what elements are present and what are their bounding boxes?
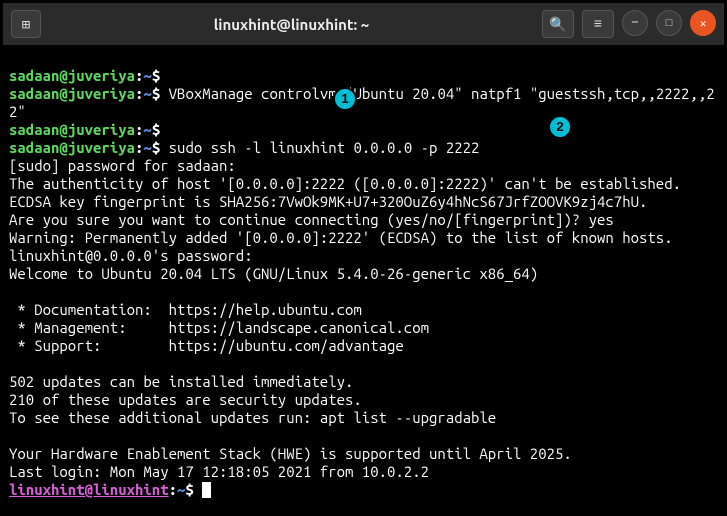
output-line: * Management: https://landscape.canonica…: [9, 319, 429, 336]
maximize-button[interactable]: □: [656, 10, 682, 36]
menu-icon: ≡: [594, 15, 602, 33]
prompt-dollar: $: [152, 67, 160, 84]
cursor: [202, 482, 211, 498]
output-line: Last login: Mon May 17 12:18:05 2021 fro…: [9, 463, 429, 480]
new-tab-icon: ⊞: [22, 16, 30, 33]
minimize-icon: ─: [632, 17, 638, 29]
search-icon: 🔍: [549, 16, 566, 33]
search-button[interactable]: 🔍: [542, 10, 574, 38]
output-line: Welcome to Ubuntu 20.04 LTS (GNU/Linux 5…: [9, 265, 538, 282]
maximize-icon: □: [666, 17, 673, 30]
terminal-window: ⊞ linuxhint@linuxhint: ~ 🔍 ≡ ─ □ ✕ sadaa…: [3, 3, 724, 513]
window-title: linuxhint@linuxhint: ~: [49, 16, 534, 33]
output-line: To see these additional updates run: apt…: [9, 409, 496, 426]
prompt-dollar: $: [152, 139, 160, 156]
minimize-button[interactable]: ─: [622, 10, 648, 36]
output-line: Warning: Permanently added '[0.0.0.0]:22…: [9, 229, 673, 246]
output-line: * Documentation: https://help.ubuntu.com: [9, 301, 362, 318]
menu-button[interactable]: ≡: [582, 10, 614, 38]
output-line: * Support: https://ubuntu.com/advantage: [9, 337, 404, 354]
output-line: 502 updates can be installed immediately…: [9, 373, 353, 390]
prompt-sep: :: [169, 481, 177, 498]
output-line: The authenticity of host '[0.0.0.0]:2222…: [9, 175, 681, 192]
prompt-path: ~: [143, 67, 151, 84]
output-line: 210 of these updates are security update…: [9, 391, 362, 408]
titlebar-right: 🔍 ≡ ─ □ ✕: [542, 10, 716, 38]
terminal-body[interactable]: sadaan@juveriya:~$ sadaan@juveriya:~$ VB…: [3, 45, 724, 513]
output-line: Your Hardware Enablement Stack (HWE) is …: [9, 445, 572, 462]
new-tab-button[interactable]: ⊞: [11, 10, 41, 38]
prompt-path: ~: [143, 139, 151, 156]
titlebar: ⊞ linuxhint@linuxhint: ~ 🔍 ≡ ─ □ ✕: [3, 3, 724, 45]
annotation-badge-2: 2: [548, 115, 572, 139]
close-icon: ✕: [700, 17, 707, 30]
close-button[interactable]: ✕: [690, 10, 716, 36]
prompt-dollar: $: [185, 481, 193, 498]
output-line: [sudo] password for sadaan:: [9, 157, 236, 174]
prompt-user: sadaan@juveriya: [9, 85, 135, 102]
output-line: ECDSA key fingerprint is SHA256:7VwOk9MK…: [9, 193, 647, 210]
output-line: linuxhint@0.0.0.0's password:: [9, 247, 253, 264]
prompt-user: sadaan@juveriya: [9, 139, 135, 156]
prompt-path: ~: [143, 121, 151, 138]
output-line: Are you sure you want to continue connec…: [9, 211, 614, 228]
command-2: sudo ssh -l linuxhint 0.0.0.0 -p 2222: [169, 139, 480, 156]
prompt-dollar: $: [152, 85, 160, 102]
prompt-path: ~: [143, 85, 151, 102]
prompt-user-remote: linuxhint@linuxhint: [9, 481, 169, 498]
annotation-badge-1: 1: [333, 87, 357, 111]
prompt-dollar: $: [152, 121, 160, 138]
prompt-user: sadaan@juveriya: [9, 67, 135, 84]
prompt-user: sadaan@juveriya: [9, 121, 135, 138]
